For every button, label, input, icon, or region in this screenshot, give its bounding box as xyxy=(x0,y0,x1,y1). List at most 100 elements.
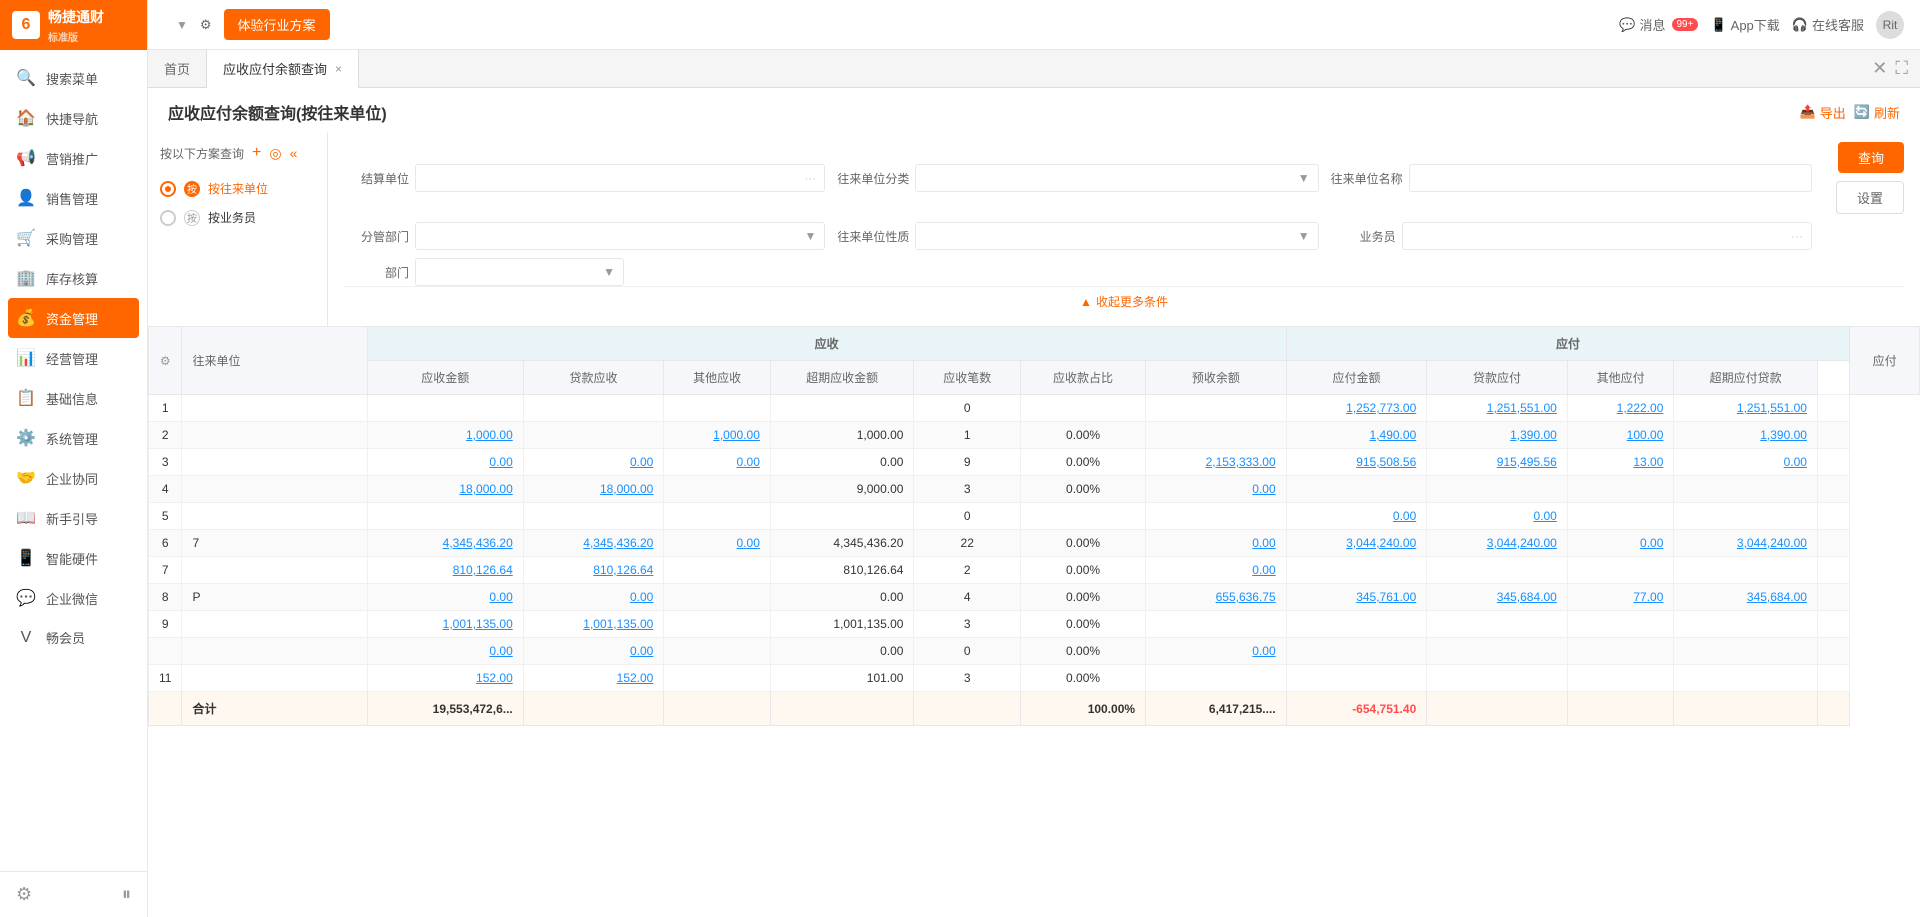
jiesuan-input[interactable]: ··· xyxy=(415,164,825,192)
query-btn[interactable]: 查询 xyxy=(1838,142,1904,173)
sidebar-item-finance[interactable]: 💰资金管理 xyxy=(8,298,139,338)
cell-link: 0.00 xyxy=(1567,530,1674,557)
filter-field-wanglai-name: 往来单位名称 xyxy=(1331,164,1812,192)
sidebar-item-warehouse[interactable]: 🏢库存核算 xyxy=(0,258,147,298)
cell xyxy=(1817,503,1849,530)
filter-field-wanglai-nature: 往来单位性质 ▼ xyxy=(837,222,1318,250)
salesman-input[interactable]: ··· xyxy=(1402,222,1812,250)
cell-link: 1,490.00 xyxy=(1286,422,1427,449)
cell-link: 1,000.00 xyxy=(367,422,523,449)
sidebar-item-search[interactable]: 🔍搜索菜单 xyxy=(0,58,147,98)
table-row: 1 0 1,252,773.00 1,251,551.00 1,222.00 1… xyxy=(149,395,1920,422)
sidebar-item-basic[interactable]: 📋基础信息 xyxy=(0,378,147,418)
tab-ar-ap-close[interactable]: × xyxy=(335,62,342,76)
sidebar-item-management[interactable]: 📊经营管理 xyxy=(0,338,147,378)
sidebar-icon-marketing: 📢 xyxy=(16,148,36,168)
cell: 9,000.00 xyxy=(770,476,914,503)
settings-col-header[interactable]: ⚙ xyxy=(149,327,182,395)
cell-link xyxy=(1674,611,1818,638)
sidebar-item-purchase[interactable]: 🛒采购管理 xyxy=(0,218,147,258)
sidebar-item-system[interactable]: ⚙️系统管理 xyxy=(0,418,147,458)
filter-collapse-btn[interactable]: « xyxy=(290,145,298,161)
sidebar-item-hardware[interactable]: 📱智能硬件 xyxy=(0,538,147,578)
cell xyxy=(1817,611,1849,638)
cell-link: 77.00 xyxy=(1567,584,1674,611)
cell-link xyxy=(1674,476,1818,503)
tab-fullscreen-btn[interactable]: ⛶ xyxy=(1895,58,1908,79)
filter-option-by-staff[interactable]: 按 按业务员 xyxy=(148,203,327,232)
by-staff-label: 按业务员 xyxy=(208,209,256,226)
cell xyxy=(1021,503,1146,530)
tab-ar-ap[interactable]: 应收应付余额查询 × xyxy=(207,50,359,88)
table-col-header-row: 应收金额 贷款应收 其他应收 超期应收金额 应收笔数 应收款占比 预收余额 应付… xyxy=(149,361,1920,395)
refresh-btn[interactable]: 🔄 刷新 xyxy=(1854,103,1900,122)
sidebar-item-guide[interactable]: 📖新手引导 xyxy=(0,498,147,538)
app-download-label: App下载 xyxy=(1731,15,1780,34)
sidebar-item-wechat[interactable]: 💬企业微信 xyxy=(0,578,147,618)
cell-link: 18,000.00 xyxy=(367,476,523,503)
table-container: ⚙ 往来单位 应收 应付 应付 应收金额 贷款应收 其他应收 超期应收金额 应收… xyxy=(148,326,1920,917)
cell-link xyxy=(664,557,771,584)
cell-link xyxy=(1286,557,1427,584)
tab-home-label: 首页 xyxy=(164,59,190,78)
cell-link xyxy=(1286,638,1427,665)
solution-btn[interactable]: 体验行业方案 xyxy=(224,9,330,40)
filter-config-btn[interactable]: ◎ xyxy=(269,145,281,162)
fenguan-input[interactable]: ▼ xyxy=(415,222,825,250)
filter-add-btn[interactable]: + xyxy=(252,144,261,162)
messages-btn[interactable]: 💬 消息 99+ xyxy=(1619,15,1698,34)
sidebar-item-sales[interactable]: 👤销售管理 xyxy=(0,178,147,218)
filter-row-3: 部门 ▼ xyxy=(344,258,1904,286)
cell-link: 655,636.75 xyxy=(1146,584,1287,611)
topbar-dropdown-icon[interactable]: ▼ xyxy=(176,18,188,32)
ar-group-header: 应收 xyxy=(367,327,1286,361)
wanglai-type-input[interactable]: ▼ xyxy=(915,164,1318,192)
cell: 2 xyxy=(914,557,1021,584)
tab-home[interactable]: 首页 xyxy=(148,50,207,88)
sidebar-item-collab[interactable]: 🤝企业协同 xyxy=(0,458,147,498)
export-btn[interactable]: 📤 导出 xyxy=(1800,103,1846,122)
data-table: ⚙ 往来单位 应收 应付 应付 应收金额 贷款应收 其他应收 超期应收金额 应收… xyxy=(148,326,1920,726)
sidebar-item-quick-nav[interactable]: 🏠快捷导航 xyxy=(0,98,147,138)
cell-link: 1,252,773.00 xyxy=(1286,395,1427,422)
tab-close-window-btn[interactable]: ✕ xyxy=(1872,58,1887,79)
wanglai-name-input[interactable] xyxy=(1409,164,1812,192)
collapse-row[interactable]: ▲ 收起更多条件 xyxy=(344,286,1904,316)
cell-link: 0.00 xyxy=(367,584,523,611)
dept-input[interactable]: ▼ xyxy=(415,258,624,286)
user-avatar[interactable]: Rit xyxy=(1876,11,1904,39)
page-actions: 📤 导出 🔄 刷新 xyxy=(1800,103,1900,122)
sidebar-item-marketing[interactable]: 📢营销推广 xyxy=(0,138,147,178)
online-service-btn[interactable]: 🎧 在线客服 xyxy=(1792,15,1864,34)
tab-bar: 首页 应收应付余额查询 × ✕ ⛶ xyxy=(148,50,1920,88)
partner-col-header: 往来单位 xyxy=(182,327,367,395)
app-download-btn[interactable]: 📱 App下载 xyxy=(1710,15,1779,34)
cell-link: 1,251,551.00 xyxy=(1674,395,1818,422)
tab-bar-actions: ✕ ⛶ xyxy=(1860,58,1920,79)
filter-field-fenguan: 分管部门 ▼ xyxy=(344,222,825,250)
cell xyxy=(182,449,367,476)
cell-link: 0.00 xyxy=(1427,503,1568,530)
loan-ar-header: 贷款应收 xyxy=(523,361,664,395)
sidebar-item-member[interactable]: V畅会员 xyxy=(0,618,147,657)
wanglai-nature-input[interactable]: ▼ xyxy=(915,222,1318,250)
sidebar-footer: ⚙ ⏸ xyxy=(0,871,147,917)
footer-collapse-icon[interactable]: ⏸ xyxy=(122,884,131,905)
sidebar-label-hardware: 智能硬件 xyxy=(46,549,98,568)
cell-link: 345,684.00 xyxy=(1674,584,1818,611)
sidebar-label-sales: 销售管理 xyxy=(46,189,98,208)
other-ap-header: 其他应付 xyxy=(1567,361,1674,395)
cell-link xyxy=(1427,476,1568,503)
other-ar-header: 其他应收 xyxy=(664,361,771,395)
cell: 0.00% xyxy=(1021,584,1146,611)
topbar-settings-btn[interactable]: ⚙ xyxy=(200,17,212,33)
cell-link xyxy=(523,395,664,422)
cell xyxy=(1817,638,1849,665)
cell: 3 xyxy=(914,665,1021,692)
salesman-label: 业务员 xyxy=(1331,228,1396,245)
footer-empty2 xyxy=(664,692,771,726)
filter-option-by-unit[interactable]: 按 按往来单位 xyxy=(148,174,327,203)
settings-btn[interactable]: 设置 xyxy=(1836,181,1904,214)
footer-settings-icon[interactable]: ⚙ xyxy=(16,884,32,905)
footer-label: 合计 xyxy=(182,692,367,726)
